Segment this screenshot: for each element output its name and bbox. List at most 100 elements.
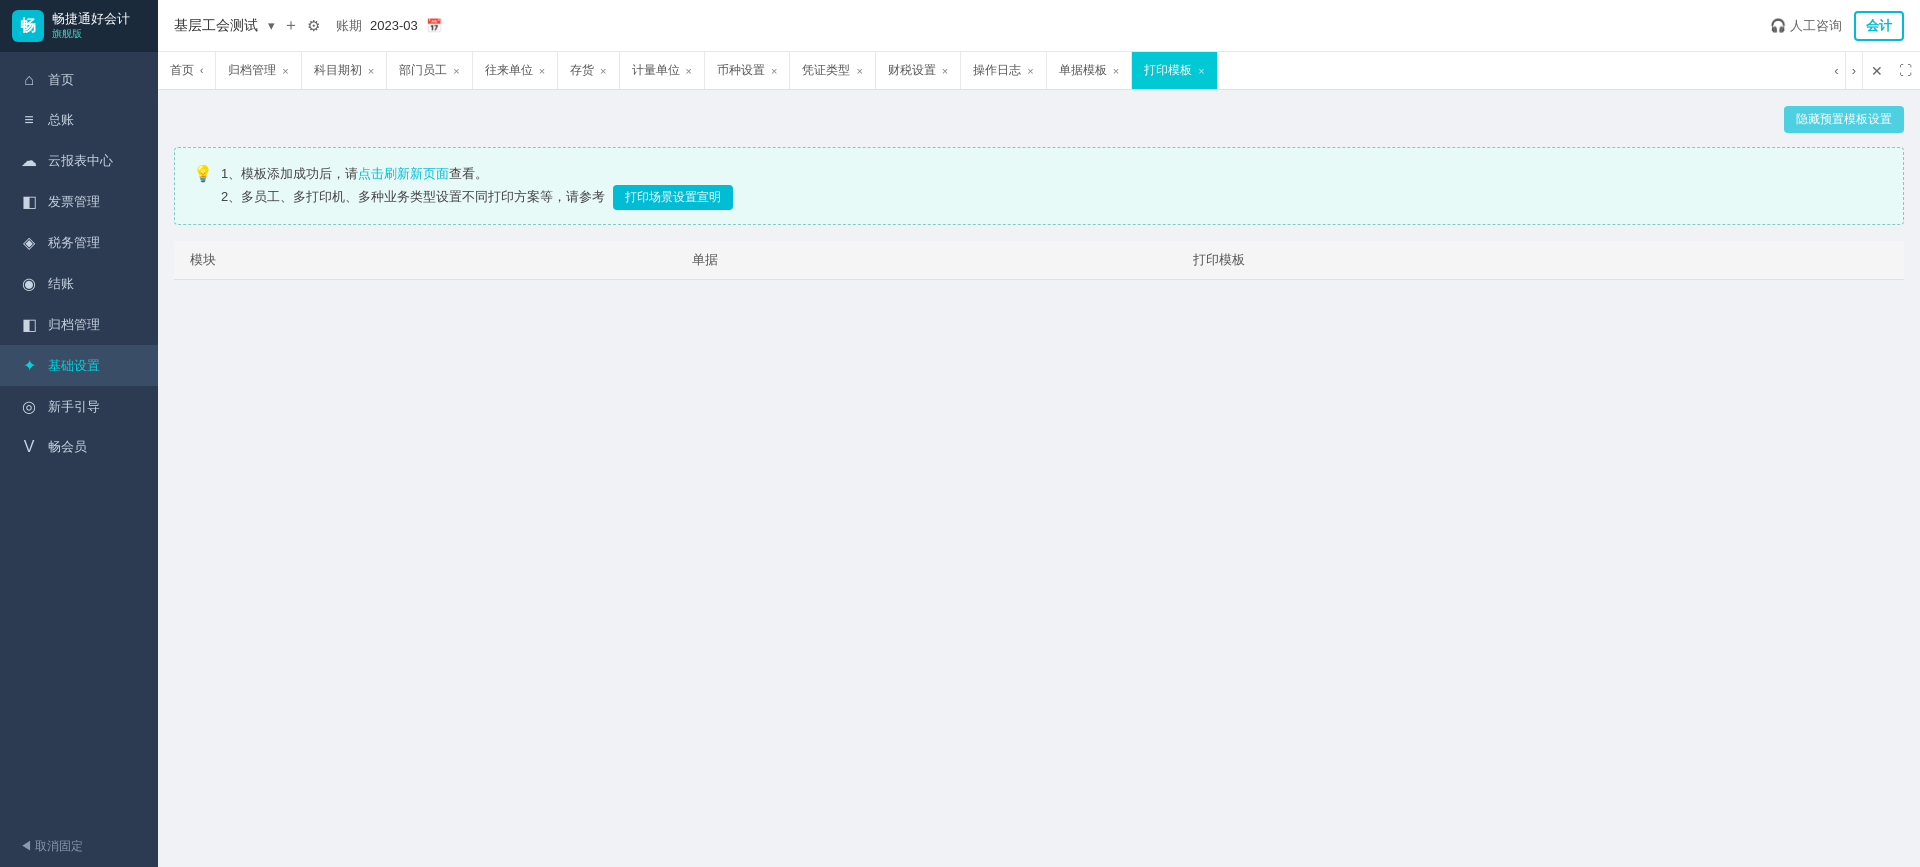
tab-tax[interactable]: 财税设置 × xyxy=(876,52,961,89)
service-button[interactable]: 🎧 人工咨询 xyxy=(1770,17,1842,35)
tab-oplog[interactable]: 操作日志 × xyxy=(961,52,1046,89)
tab-label-subjects: 科目期初 xyxy=(314,62,362,79)
tab-inventory[interactable]: 存货 × xyxy=(558,52,619,89)
tab-close-unit-icon[interactable]: × xyxy=(686,65,692,77)
col-print-template: 打印模板 xyxy=(1177,241,1904,280)
tab-close-tax-icon[interactable]: × xyxy=(942,65,948,77)
sidebar-label-archive: 归档管理 xyxy=(48,316,100,334)
sidebar-label-tax: 税务管理 xyxy=(48,234,100,252)
tabbar: 首页‹归档管理×科目期初×部门员工×往来单位×存货×计量单位×币种设置×凭证类型… xyxy=(158,52,1920,90)
sidebar-label-home: 首页 xyxy=(48,71,74,89)
col-document: 单据 xyxy=(676,241,1178,280)
sidebar-item-guide[interactable]: ◎ 新手引导 xyxy=(0,386,158,427)
tab-close-single-icon[interactable]: × xyxy=(1113,65,1119,77)
tab-single[interactable]: 单据模板× xyxy=(1047,52,1132,89)
content-area: 隐藏预置模板设置 💡 1、模板添加成功后，请点击刷新新页面查看。 2、多员工、多… xyxy=(158,90,1920,867)
member-icon: V xyxy=(20,438,38,456)
archive-icon: ◧ xyxy=(20,315,38,334)
sidebar-item-tax[interactable]: ◈ 税务管理 xyxy=(0,222,158,263)
company-dropdown-icon[interactable]: ▾ xyxy=(268,18,275,33)
sidebar-label-guide: 新手引导 xyxy=(48,398,100,416)
tab-voucher[interactable]: 凭证类型 × xyxy=(790,52,875,89)
close-icon: ◉ xyxy=(20,274,38,293)
tab-subjects[interactable]: 科目期初 × xyxy=(302,52,387,89)
sidebar: 畅 畅捷通好会计 旗舰版 ⌂首页 ≡ 总账 ☁ 云报表中心 ◧发票管理 ◈ 税务管理 ◉ 结账 ◧ 归… xyxy=(0,0,158,867)
tab-label-unit: 计量单位 xyxy=(632,62,680,79)
sidebar-footer[interactable]: ◀ 取消固定 xyxy=(0,826,158,867)
sidebar-label-reports: 云报表中心 xyxy=(48,152,113,170)
tab-close-all-button[interactable]: ✕ xyxy=(1863,52,1891,89)
bulb-icon: 💡 xyxy=(193,164,213,183)
settings-icon: ✦ xyxy=(20,356,38,375)
sidebar-item-archive[interactable]: ◧ 归档管理 xyxy=(0,304,158,345)
tab-print[interactable]: 打印模板× xyxy=(1132,52,1217,89)
tab-home[interactable]: 首页 ‹ xyxy=(158,52,216,89)
period-label: 账期 xyxy=(336,17,362,35)
tab-close-oplog-icon[interactable]: × xyxy=(1027,65,1033,77)
sidebar-label-close: 结账 xyxy=(48,275,74,293)
logo-sub: 旗舰版 xyxy=(52,27,130,41)
tab-close-currency-icon[interactable]: × xyxy=(771,65,777,77)
headset-icon: 🎧 xyxy=(1770,18,1786,33)
main-area: 基层工会测试 ▾ ＋ ⚙ 账期 2023-03 📅 🎧 人工咨询 会计 首页 ‹ 归… xyxy=(158,0,1920,867)
tab-expand-button[interactable]: ⛶ xyxy=(1891,52,1920,89)
sidebar-item-close[interactable]: ◉ 结账 xyxy=(0,263,158,304)
tab-label-voucher: 凭证类型 xyxy=(802,62,850,79)
logo-icon: 畅 xyxy=(12,10,44,42)
tab-close-print-icon[interactable]: × xyxy=(1198,65,1204,77)
topbar: 基层工会测试 ▾ ＋ ⚙ 账期 2023-03 📅 🎧 人工咨询 会计 xyxy=(158,0,1920,52)
sidebar-item-settings[interactable]: ✦ 基础设置 xyxy=(0,345,158,386)
tab-label-tax: 财税设置 xyxy=(888,62,936,79)
period-value: 2023-03 xyxy=(370,18,418,33)
print-template-table: 模块 单据 打印模板 xyxy=(174,241,1904,280)
tab-close-voucher-icon[interactable]: × xyxy=(856,65,862,77)
notice-refresh-link[interactable]: 点击刷新新页面 xyxy=(358,166,449,181)
tab-currency[interactable]: 币种设置 × xyxy=(705,52,790,89)
tax-icon: ◈ xyxy=(20,233,38,252)
tab-close-dept-icon[interactable]: × xyxy=(453,65,459,77)
notice-line1-after: 查看。 xyxy=(449,166,488,181)
notice-text: 1、模板添加成功后，请点击刷新新页面查看。 2、多员工、多打印机、多种业务类型设… xyxy=(221,162,733,210)
tab-label-home: 首页 xyxy=(170,62,194,79)
tab-close-partner-icon[interactable]: × xyxy=(539,65,545,77)
tab-dept[interactable]: 部门员工 × xyxy=(387,52,472,89)
sidebar-item-ledger[interactable]: ≡ 总账 xyxy=(0,100,158,140)
guide-icon: ◎ xyxy=(20,397,38,416)
tab-chevron-icon: ‹ xyxy=(200,65,203,76)
sidebar-item-reports[interactable]: ☁ 云报表中心 xyxy=(0,140,158,181)
logo-name: 畅捷通好会计 xyxy=(52,11,130,27)
sidebar-item-invoice[interactable]: ◧发票管理 xyxy=(0,181,158,222)
notice-box: 💡 1、模板添加成功后，请点击刷新新页面查看。 2、多员工、多打印机、多种业务类… xyxy=(174,147,1904,225)
tab-unit[interactable]: 计量单位 × xyxy=(620,52,705,89)
tab-label-currency: 币种设置 xyxy=(717,62,765,79)
col-module: 模块 xyxy=(174,241,676,280)
tab-prev-button[interactable]: ‹ xyxy=(1828,52,1845,89)
tab-close-archive-icon[interactable]: × xyxy=(282,65,288,77)
hide-template-button[interactable]: 隐藏预置模板设置 xyxy=(1784,106,1904,133)
sidebar-label-settings: 基础设置 xyxy=(48,357,100,375)
sidebar-item-home[interactable]: ⌂首页 xyxy=(0,60,158,100)
kuaiji-button[interactable]: 会计 xyxy=(1854,11,1904,41)
tab-label-partner: 往来单位 xyxy=(485,62,533,79)
sidebar-label-member: 畅会员 xyxy=(48,438,87,456)
tab-archive[interactable]: 归档管理× xyxy=(216,52,301,89)
tab-close-inventory-icon[interactable]: × xyxy=(600,65,606,77)
company-name[interactable]: 基层工会测试 xyxy=(174,17,258,35)
logo-area: 畅 畅捷通好会计 旗舰版 xyxy=(0,0,158,52)
tab-partner[interactable]: 往来单位 × xyxy=(473,52,558,89)
tab-close-subjects-icon[interactable]: × xyxy=(368,65,374,77)
tab-label-inventory: 存货 xyxy=(570,62,594,79)
reports-icon: ☁ xyxy=(20,151,38,170)
ledger-icon: ≡ xyxy=(20,111,38,129)
sidebar-label-ledger: 总账 xyxy=(48,111,74,129)
topbar-right: 🎧 人工咨询 会计 xyxy=(1770,11,1904,41)
sidebar-item-member[interactable]: V 畅会员 xyxy=(0,427,158,467)
calendar-icon[interactable]: 📅 xyxy=(426,18,442,33)
tab-next-button[interactable]: › xyxy=(1846,52,1863,89)
tab-label-oplog: 操作日志 xyxy=(973,62,1021,79)
add-tab-button[interactable]: ＋ xyxy=(283,15,299,36)
settings-gear-icon[interactable]: ⚙ xyxy=(307,17,320,35)
print-scene-button[interactable]: 打印场景设置宣明 xyxy=(613,185,733,210)
notice-line1-before: 1、模板添加成功后，请 xyxy=(221,166,358,181)
tab-label-dept: 部门员工 xyxy=(399,62,447,79)
